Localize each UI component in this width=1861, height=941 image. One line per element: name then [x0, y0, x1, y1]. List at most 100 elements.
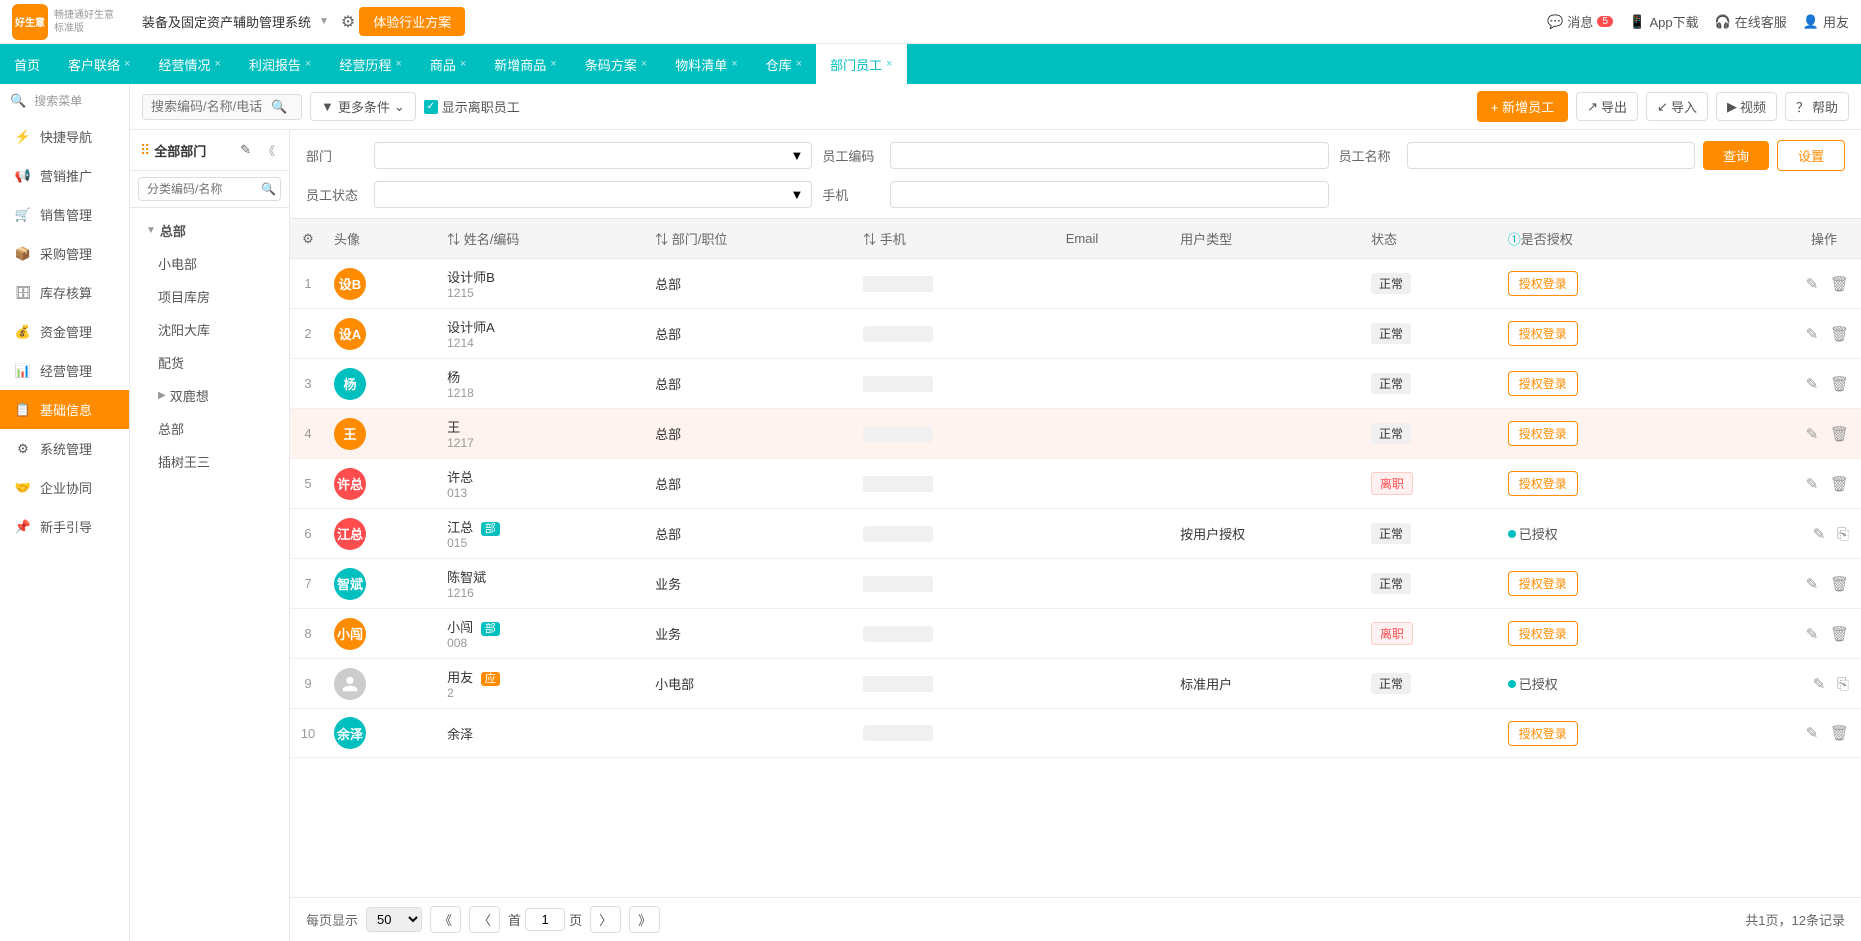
col-phone[interactable]: ⇅ 手机 [855, 219, 1058, 259]
auth-button[interactable]: 授权登录 [1508, 571, 1578, 596]
emp-code-input[interactable] [890, 142, 1328, 169]
close-icon[interactable]: × [305, 58, 311, 70]
tab-barcode[interactable]: 条码方案 × [571, 44, 661, 84]
delete-button[interactable]: 🗑 [1826, 423, 1853, 445]
sidebar-item-marketing[interactable]: 📢 营销推广 [0, 156, 129, 195]
sidebar-item-operation[interactable]: 📊 经营管理 [0, 351, 129, 390]
help-button[interactable]: ？ 帮助 [1785, 92, 1849, 121]
set-button[interactable]: 设置 [1777, 140, 1845, 171]
copy-button[interactable]: ⎘ [1833, 674, 1853, 695]
sidebar-item-purchase[interactable]: 📦 采购管理 [0, 234, 129, 273]
add-employee-button[interactable]: + 新增员工 [1477, 91, 1568, 122]
tab-history[interactable]: 经营历程 × [325, 44, 415, 84]
close-icon[interactable]: × [550, 58, 556, 70]
close-icon[interactable]: × [641, 58, 647, 70]
auth-button[interactable]: 授权登录 [1508, 321, 1578, 346]
phone-input[interactable] [890, 181, 1328, 208]
tab-home[interactable]: 首页 [0, 44, 54, 84]
import-button[interactable]: ↙ 导入 [1646, 92, 1708, 121]
prev-page-button[interactable]: 〈 [469, 906, 500, 933]
user-avatar[interactable]: 👤 用友 [1803, 12, 1849, 31]
sidebar-item-sales[interactable]: 🛒 销售管理 [0, 195, 129, 234]
tab-operation[interactable]: 经营情况 × [144, 44, 234, 84]
emp-name-input[interactable] [1407, 142, 1695, 169]
edit-button[interactable]: ✎ [1802, 373, 1823, 395]
app-download-button[interactable]: 📱 App下载 [1629, 12, 1698, 31]
search-input[interactable] [151, 99, 271, 114]
delete-button[interactable]: 🗑 [1826, 273, 1853, 295]
tab-customer[interactable]: 客户联络 × [54, 44, 144, 84]
close-icon[interactable]: × [124, 58, 130, 70]
close-icon[interactable]: × [214, 58, 220, 70]
trial-button[interactable]: 体验行业方案 [359, 7, 465, 36]
edit-button[interactable]: ✎ [1802, 623, 1823, 645]
dept-item-chaoshu[interactable]: 插树王三 [130, 445, 289, 478]
delete-button[interactable]: 🗑 [1826, 573, 1853, 595]
col-name-code[interactable]: ⇅ 姓名/编码 [439, 219, 647, 259]
online-service-button[interactable]: 🎧 在线客服 [1715, 12, 1787, 31]
edit-button[interactable]: ✎ [1802, 273, 1823, 295]
last-page-button[interactable]: 》 [629, 906, 660, 933]
edit-button[interactable]: ✎ [1809, 673, 1830, 695]
dept-item-shenyang[interactable]: 沈阳大库 [130, 313, 289, 346]
dept-search-input[interactable] [138, 177, 281, 201]
edit-button[interactable]: ✎ [1802, 323, 1823, 345]
delete-button[interactable]: 🗑 [1826, 623, 1853, 645]
gear-icon[interactable]: ⚙ [337, 8, 359, 36]
tab-goods[interactable]: 商品 × [416, 44, 480, 84]
col-dept-role[interactable]: ⇅ 部门/职位 [647, 219, 855, 259]
auth-button[interactable]: 授权登录 [1508, 371, 1578, 396]
close-icon[interactable]: × [886, 58, 892, 70]
chevron-down-icon[interactable]: ▼ [319, 16, 329, 27]
dept-item-shuanglu[interactable]: ▶双鹿想 [130, 379, 289, 412]
dept-item-general[interactable]: ▼总部 [130, 214, 289, 247]
message-button[interactable]: 💬 消息 5 [1547, 12, 1613, 31]
auth-button[interactable]: 授权登录 [1508, 271, 1578, 296]
delete-button[interactable]: 🗑 [1826, 473, 1853, 495]
show-inactive-checkbox[interactable]: ✓ 显示离职员工 [424, 97, 520, 116]
close-icon[interactable]: × [796, 58, 802, 70]
sidebar-item-system[interactable]: ⚙ 系统管理 [0, 429, 129, 468]
copy-button[interactable]: ⎘ [1833, 524, 1853, 545]
close-icon[interactable]: × [460, 58, 466, 70]
collapse-button[interactable]: 《 [259, 140, 279, 161]
more-filter-button[interactable]: ▼ 更多条件 ⌄ [310, 92, 416, 121]
sidebar-item-finance[interactable]: 💰 资金管理 [0, 312, 129, 351]
dept-item-small-electric[interactable]: 小电部 [130, 247, 289, 280]
sidebar-item-inventory[interactable]: 🗄 库存核算 [0, 273, 129, 312]
tab-warehouse[interactable]: 仓库 × [752, 44, 816, 84]
sidebar-item-guide[interactable]: 📌 新手引导 [0, 507, 129, 546]
export-button[interactable]: ↗ 导出 [1576, 92, 1638, 121]
tab-bom[interactable]: 物料清单 × [661, 44, 751, 84]
sidebar-item-quick-nav[interactable]: ⚡ 快捷导航 [0, 117, 129, 156]
tab-employees[interactable]: 部门员工 × [816, 44, 906, 84]
tab-profit[interactable]: 利润报告 × [235, 44, 325, 84]
delete-button[interactable]: 🗑 [1826, 323, 1853, 345]
per-page-select[interactable]: 50 20 100 [366, 907, 422, 932]
auth-button[interactable]: 授权登录 [1508, 421, 1578, 446]
next-page-button[interactable]: 〉 [590, 906, 621, 933]
edit-button[interactable]: ✎ [1802, 473, 1823, 495]
query-button[interactable]: 查询 [1703, 141, 1769, 170]
sidebar-search[interactable]: 🔍 搜索菜单 [0, 84, 129, 117]
auth-button[interactable]: 授权登录 [1508, 471, 1578, 496]
edit-button[interactable]: ✎ [1802, 423, 1823, 445]
tab-add-goods[interactable]: 新增商品 × [480, 44, 570, 84]
dept-item-peihu[interactable]: 配货 [130, 346, 289, 379]
dept-select[interactable]: ▼ [374, 142, 812, 169]
edit-button[interactable]: ✎ [1802, 573, 1823, 595]
dept-item-zongbu[interactable]: 总部 [130, 412, 289, 445]
first-page-button[interactable]: 《 [430, 906, 461, 933]
search-box[interactable]: 🔍 [142, 94, 302, 120]
auth-button[interactable]: 授权登录 [1508, 721, 1578, 746]
video-button[interactable]: ▶ 视频 [1716, 92, 1777, 121]
col-settings[interactable]: ⚙ [290, 219, 326, 259]
edit-button[interactable]: ✎ [1802, 722, 1823, 744]
page-number-input[interactable] [525, 908, 565, 931]
emp-status-select[interactable]: ▼ [374, 181, 812, 208]
delete-button[interactable]: 🗑 [1826, 373, 1853, 395]
close-icon[interactable]: × [731, 58, 737, 70]
dept-item-project-warehouse[interactable]: 项目库房 [130, 280, 289, 313]
sidebar-item-corp[interactable]: 🤝 企业协同 [0, 468, 129, 507]
close-icon[interactable]: × [395, 58, 401, 70]
